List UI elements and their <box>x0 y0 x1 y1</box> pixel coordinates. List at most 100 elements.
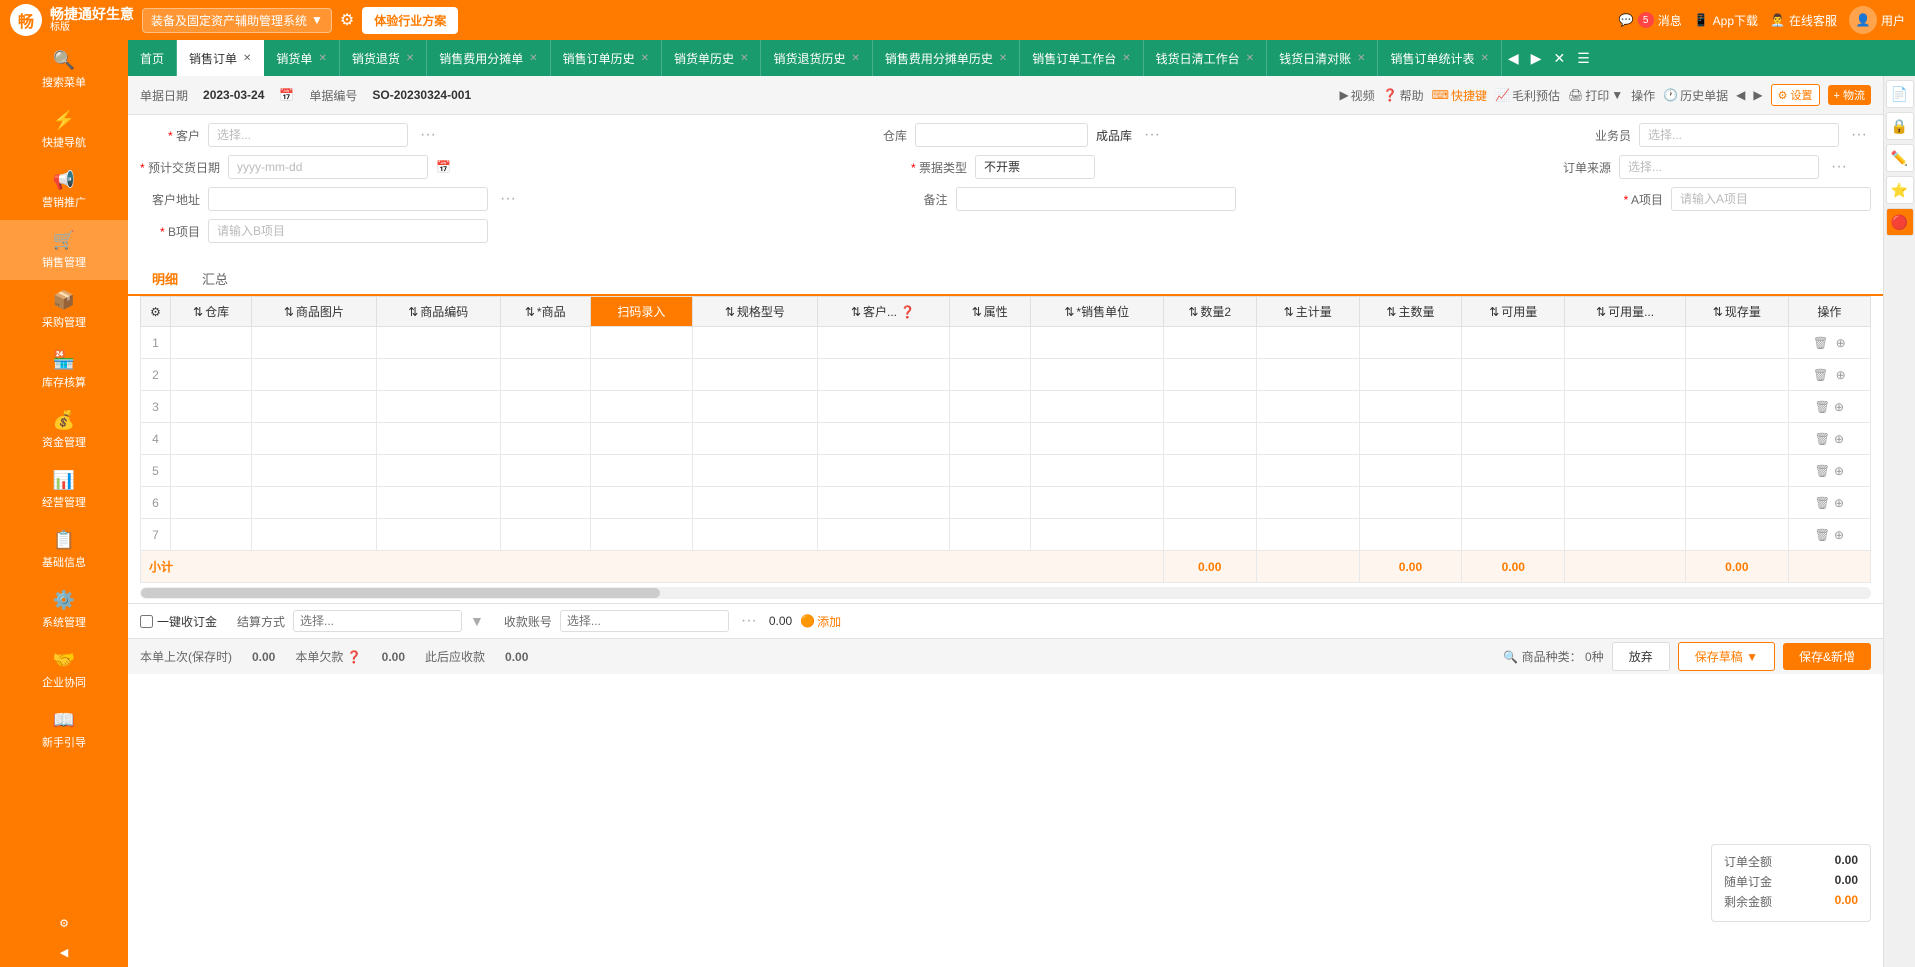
row-1-action[interactable]: 🗑 ⊕ <box>1788 327 1870 359</box>
th-qty2[interactable]: ⇅数量2 <box>1163 297 1256 327</box>
row-5-product[interactable] <box>500 455 590 487</box>
row-3-action[interactable]: 🗑⊕ <box>1788 391 1870 423</box>
sidebar-item-system[interactable]: ⚙️ 系统管理 <box>0 580 128 640</box>
row-6-product[interactable] <box>500 487 590 519</box>
th-available[interactable]: ⇅可用量 <box>1462 297 1565 327</box>
sidebar-item-quicknav[interactable]: ⚡ 快捷导航 <box>0 100 128 160</box>
save-new-btn[interactable]: 保存&新增 <box>1783 643 1871 670</box>
tab-close-daily-account[interactable]: ✕ <box>1357 53 1365 64</box>
account-dots[interactable]: ··· <box>737 612 761 630</box>
row-7-customer-code[interactable] <box>817 519 949 551</box>
copy-icon-3[interactable]: ⊕ <box>1834 400 1844 414</box>
row-3-available[interactable] <box>1462 391 1565 423</box>
salesperson-input[interactable] <box>1639 123 1839 147</box>
row-5-available[interactable] <box>1462 455 1565 487</box>
row-7-available2[interactable] <box>1565 519 1686 551</box>
tab-close-return-history[interactable]: ✕ <box>851 53 859 64</box>
tab-summary[interactable]: 汇总 <box>190 263 240 296</box>
tab-sales-order[interactable]: 销售订单 ✕ <box>177 40 264 76</box>
row-3-warehouse[interactable] <box>171 391 252 423</box>
row-1-spec[interactable] <box>693 327 817 359</box>
tab-invoice-history[interactable]: 销货单历史 ✕ <box>662 40 761 76</box>
row-5-available2[interactable] <box>1565 455 1686 487</box>
tab-daily-account[interactable]: 钱货日清对账 ✕ <box>1267 40 1378 76</box>
history-btn[interactable]: 🕐 历史单据 <box>1663 87 1728 104</box>
delete-icon-5[interactable]: 🗑 <box>1815 464 1830 478</box>
row-7-stock[interactable] <box>1685 519 1788 551</box>
row-4-scan[interactable] <box>590 423 693 455</box>
payment-dropdown-icon[interactable]: ▼ <box>470 613 484 629</box>
system-selector[interactable]: 装备及固定资产辅助管理系统 ▼ <box>142 8 332 33</box>
th-main-unit[interactable]: ⇅主计量 <box>1256 297 1359 327</box>
row-2-warehouse[interactable] <box>171 359 252 391</box>
row-7-main-unit[interactable] <box>1256 519 1359 551</box>
th-code[interactable]: ⇅商品编码 <box>376 297 500 327</box>
row-4-spec[interactable] <box>693 423 817 455</box>
remark-input[interactable] <box>956 187 1236 211</box>
row-6-available[interactable] <box>1462 487 1565 519</box>
row-5-spec[interactable] <box>693 455 817 487</box>
row-4-unit[interactable] <box>1030 423 1163 455</box>
sidebar-item-marketing[interactable]: 📢 营销推广 <box>0 160 128 220</box>
row-7-image[interactable] <box>252 519 376 551</box>
th-stock[interactable]: ⇅现存量 <box>1685 297 1788 327</box>
online-service-group[interactable]: 👨‍💼 在线客服 <box>1770 12 1837 29</box>
row-7-spec[interactable] <box>693 519 817 551</box>
order-source-dots[interactable]: ··· <box>1827 158 1851 176</box>
add-btn[interactable]: 🟠 添加 <box>800 613 841 630</box>
row-4-image[interactable] <box>252 423 376 455</box>
copy-icon-5[interactable]: ⊕ <box>1834 464 1844 478</box>
tab-next-btn[interactable]: ▶ <box>1525 40 1548 76</box>
row-6-image[interactable] <box>252 487 376 519</box>
row-4-available[interactable] <box>1462 423 1565 455</box>
delete-icon-6[interactable]: 🗑 <box>1815 496 1830 510</box>
save-draft-btn[interactable]: 保存草稿 ▼ <box>1678 642 1775 671</box>
row-1-stock[interactable] <box>1685 327 1788 359</box>
th-warehouse[interactable]: ⇅仓库 <box>171 297 252 327</box>
row-5-scan[interactable] <box>590 455 693 487</box>
row-6-attr[interactable] <box>949 487 1030 519</box>
row-6-stock[interactable] <box>1685 487 1788 519</box>
tab-close-all-btn[interactable]: ✕ <box>1547 40 1571 76</box>
delivery-input[interactable] <box>228 155 428 179</box>
row-7-main-qty[interactable] <box>1359 519 1462 551</box>
row-5-code[interactable] <box>376 455 500 487</box>
row-1-unit[interactable] <box>1030 327 1163 359</box>
row-3-unit[interactable] <box>1030 391 1163 423</box>
row-5-main-qty[interactable] <box>1359 455 1462 487</box>
row-6-action[interactable]: 🗑⊕ <box>1788 487 1870 519</box>
tab-sales-stats[interactable]: 销售订单统计表 ✕ <box>1378 40 1501 76</box>
row-1-main-unit[interactable] <box>1256 327 1359 359</box>
row-2-spec[interactable] <box>693 359 817 391</box>
help-btn[interactable]: ❓ 帮助 <box>1383 87 1424 104</box>
row-3-main-qty[interactable] <box>1359 391 1462 423</box>
row-4-attr[interactable] <box>949 423 1030 455</box>
tab-sales-order-history[interactable]: 销售订单历史 ✕ <box>551 40 662 76</box>
row-6-main-qty[interactable] <box>1359 487 1462 519</box>
right-tool-document[interactable]: 📄 <box>1886 80 1914 108</box>
invoice-select[interactable]: 不开票 <box>975 155 1095 179</box>
right-tool-edit[interactable]: ✏️ <box>1886 144 1914 172</box>
th-attr[interactable]: ⇅属性 <box>949 297 1030 327</box>
row-1-customer-code[interactable] <box>817 327 949 359</box>
row-7-scan[interactable] <box>590 519 693 551</box>
th-unit[interactable]: ⇅*销售单位 <box>1030 297 1163 327</box>
th-image[interactable]: ⇅商品图片 <box>252 297 376 327</box>
prev-record-btn[interactable]: ◀ <box>1736 88 1745 102</box>
row-1-qty2[interactable] <box>1163 327 1256 359</box>
row-4-available2[interactable] <box>1565 423 1686 455</box>
row-2-scan[interactable] <box>590 359 693 391</box>
sidebar-item-basics[interactable]: 📋 基础信息 <box>0 520 128 580</box>
row-4-action[interactable]: 🗑⊕ <box>1788 423 1870 455</box>
discard-btn[interactable]: 放弃 <box>1612 642 1670 671</box>
gear-button[interactable]: ⚙ <box>340 10 354 30</box>
row-6-customer-code[interactable] <box>817 487 949 519</box>
row-6-available2[interactable] <box>1565 487 1686 519</box>
sidebar-item-inventory[interactable]: 🏪 库存核算 <box>0 340 128 400</box>
tab-close-expense-history[interactable]: ✕ <box>999 53 1007 64</box>
row-2-stock[interactable] <box>1685 359 1788 391</box>
logistics-btn[interactable]: + 物流 <box>1828 85 1872 105</box>
tab-close-order-workbench[interactable]: ✕ <box>1122 53 1130 64</box>
right-tool-alert[interactable]: 🔴 <box>1886 208 1914 236</box>
tab-menu-btn[interactable]: ☰ <box>1571 40 1596 76</box>
